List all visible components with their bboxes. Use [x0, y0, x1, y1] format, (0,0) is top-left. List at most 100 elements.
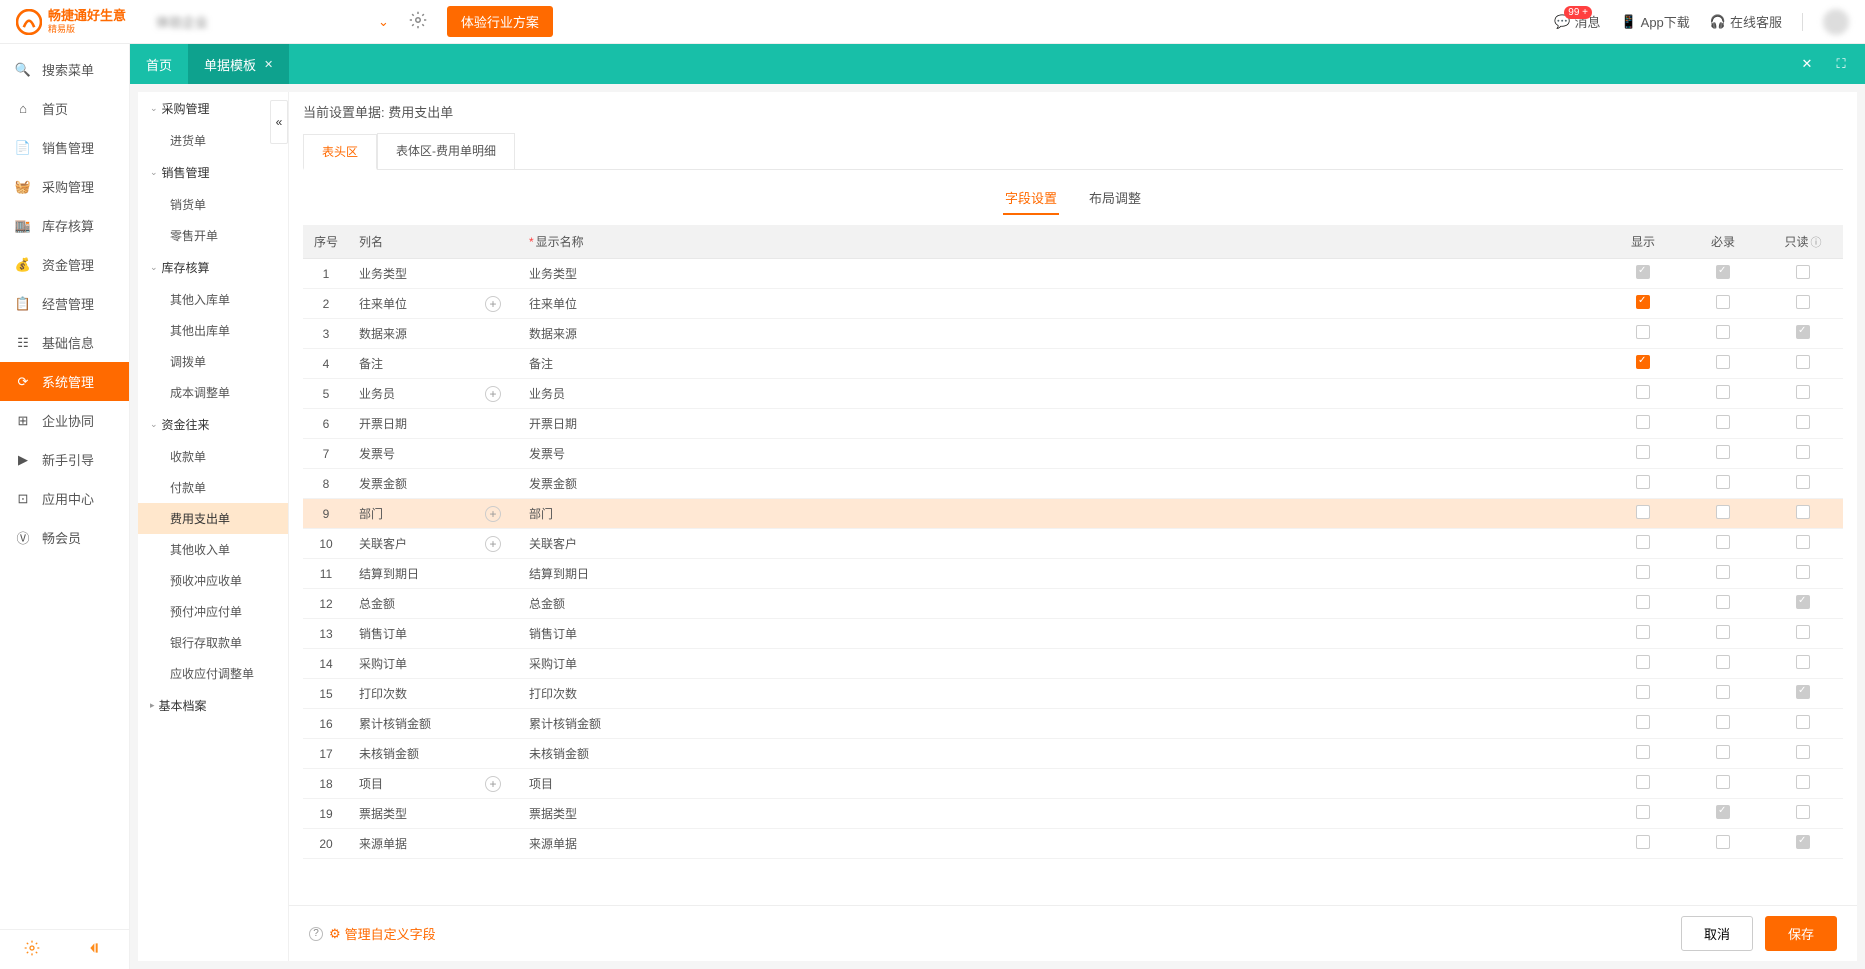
manage-custom-fields-link[interactable]: ⚙ 管理自定义字段: [329, 924, 436, 943]
displayname-cell[interactable]: 业务类型: [519, 259, 1603, 289]
nav-item-fund[interactable]: 💰资金管理: [0, 245, 129, 284]
tree-item[interactable]: 应收应付调整单: [138, 658, 288, 689]
checkbox[interactable]: [1716, 655, 1730, 669]
checkbox[interactable]: [1716, 715, 1730, 729]
company-selector[interactable]: 体验企业: [156, 12, 208, 31]
tree-group-销售管理[interactable]: ⌄销售管理: [138, 156, 288, 189]
tree-group-采购管理[interactable]: ⌄采购管理: [138, 92, 288, 125]
add-icon[interactable]: +: [485, 776, 501, 792]
add-icon[interactable]: +: [485, 296, 501, 312]
displayname-cell[interactable]: 未核销金额: [519, 739, 1603, 769]
checkbox[interactable]: [1716, 535, 1730, 549]
nav-item-system[interactable]: ⟳系统管理: [0, 362, 129, 401]
save-button[interactable]: 保存: [1765, 916, 1837, 951]
checkbox[interactable]: [1716, 385, 1730, 399]
displayname-cell[interactable]: 数据来源: [519, 319, 1603, 349]
checkbox[interactable]: [1636, 685, 1650, 699]
tree-item[interactable]: 费用支出单: [138, 503, 288, 534]
checkbox[interactable]: [1796, 775, 1810, 789]
checkbox[interactable]: [1716, 505, 1730, 519]
displayname-cell[interactable]: 关联客户: [519, 529, 1603, 559]
tree-item[interactable]: 调拨单: [138, 346, 288, 377]
tree-group-库存核算[interactable]: ⌄库存核算: [138, 251, 288, 284]
checkbox[interactable]: [1636, 565, 1650, 579]
nav-item-sales[interactable]: 📄销售管理: [0, 128, 129, 167]
displayname-cell[interactable]: 发票金额: [519, 469, 1603, 499]
displayname-cell[interactable]: 发票号: [519, 439, 1603, 469]
tab-单据模板[interactable]: 单据模板✕: [188, 44, 289, 84]
tree-item[interactable]: 其他收入单: [138, 534, 288, 565]
checkbox[interactable]: [1796, 715, 1810, 729]
displayname-cell[interactable]: 销售订单: [519, 619, 1603, 649]
messages-button[interactable]: 99 + 💬 消息: [1554, 12, 1600, 31]
displayname-cell[interactable]: 往来单位: [519, 289, 1603, 319]
nav-item-member[interactable]: Ⓥ畅会员: [0, 518, 129, 557]
tree-item[interactable]: 销货单: [138, 189, 288, 220]
checkbox[interactable]: [1796, 445, 1810, 459]
chevron-down-icon[interactable]: ⌄: [378, 14, 389, 30]
checkbox[interactable]: [1716, 355, 1730, 369]
checkbox[interactable]: [1796, 475, 1810, 489]
checkbox[interactable]: [1796, 265, 1810, 279]
checkbox[interactable]: [1636, 295, 1650, 309]
checkbox[interactable]: [1716, 415, 1730, 429]
checkbox[interactable]: [1796, 295, 1810, 309]
checkbox[interactable]: [1716, 565, 1730, 579]
help-circle-icon[interactable]: ?: [309, 927, 323, 941]
tree-item[interactable]: 预付冲应付单: [138, 596, 288, 627]
tree-item[interactable]: 零售开单: [138, 220, 288, 251]
settings-gear-icon[interactable]: [24, 940, 40, 959]
tree-item[interactable]: 收款单: [138, 441, 288, 472]
fullscreen-icon[interactable]: ⛶: [1829, 52, 1853, 76]
checkbox[interactable]: [1716, 835, 1730, 849]
checkbox[interactable]: [1796, 535, 1810, 549]
checkbox[interactable]: [1716, 325, 1730, 339]
tree-group-基本档案[interactable]: ▸基本档案: [138, 689, 288, 722]
tree-item[interactable]: 银行存取款单: [138, 627, 288, 658]
area-tab-body[interactable]: 表体区-费用单明细: [377, 133, 515, 169]
displayname-cell[interactable]: 结算到期日: [519, 559, 1603, 589]
tree-item[interactable]: 其他出库单: [138, 315, 288, 346]
checkbox[interactable]: [1636, 475, 1650, 489]
checkbox[interactable]: [1796, 415, 1810, 429]
displayname-cell[interactable]: 票据类型: [519, 799, 1603, 829]
nav-item-search[interactable]: 🔍搜索菜单: [0, 50, 129, 89]
nav-item-biz[interactable]: 📋经营管理: [0, 284, 129, 323]
add-icon[interactable]: +: [485, 386, 501, 402]
displayname-cell[interactable]: 打印次数: [519, 679, 1603, 709]
area-tab-header[interactable]: 表头区: [303, 134, 377, 170]
nav-item-stock[interactable]: 🏬库存核算: [0, 206, 129, 245]
checkbox[interactable]: [1716, 475, 1730, 489]
help-icon[interactable]: ⓘ: [1811, 237, 1822, 249]
checkbox[interactable]: [1716, 295, 1730, 309]
checkbox[interactable]: [1796, 625, 1810, 639]
checkbox[interactable]: [1636, 595, 1650, 609]
checkbox[interactable]: [1636, 715, 1650, 729]
nav-item-purchase[interactable]: 🧺采购管理: [0, 167, 129, 206]
tab-close-icon[interactable]: ✕: [264, 58, 273, 71]
checkbox[interactable]: [1716, 685, 1730, 699]
displayname-cell[interactable]: 采购订单: [519, 649, 1603, 679]
checkbox[interactable]: [1796, 565, 1810, 579]
app-download-button[interactable]: 📱 App下载: [1620, 12, 1689, 31]
checkbox[interactable]: [1636, 355, 1650, 369]
online-service-button[interactable]: 🎧 在线客服: [1710, 12, 1782, 31]
gear-icon[interactable]: [409, 11, 427, 32]
displayname-cell[interactable]: 来源单据: [519, 829, 1603, 859]
cancel-button[interactable]: 取消: [1681, 916, 1753, 951]
displayname-cell[interactable]: 备注: [519, 349, 1603, 379]
tree-item[interactable]: 付款单: [138, 472, 288, 503]
mode-tab-layout[interactable]: 布局调整: [1087, 182, 1143, 215]
checkbox[interactable]: [1636, 655, 1650, 669]
try-plan-button[interactable]: 体验行业方案: [447, 6, 553, 37]
checkbox[interactable]: [1716, 775, 1730, 789]
checkbox[interactable]: [1636, 775, 1650, 789]
nav-item-collab[interactable]: ⊞企业协同: [0, 401, 129, 440]
nav-item-baseinfo[interactable]: ☷基础信息: [0, 323, 129, 362]
mode-tab-fields[interactable]: 字段设置: [1003, 182, 1059, 215]
displayname-cell[interactable]: 业务员: [519, 379, 1603, 409]
tree-item[interactable]: 进货单: [138, 125, 288, 156]
checkbox[interactable]: [1636, 445, 1650, 459]
nav-item-guide[interactable]: ▶新手引导: [0, 440, 129, 479]
tab-首页[interactable]: 首页: [130, 44, 188, 84]
